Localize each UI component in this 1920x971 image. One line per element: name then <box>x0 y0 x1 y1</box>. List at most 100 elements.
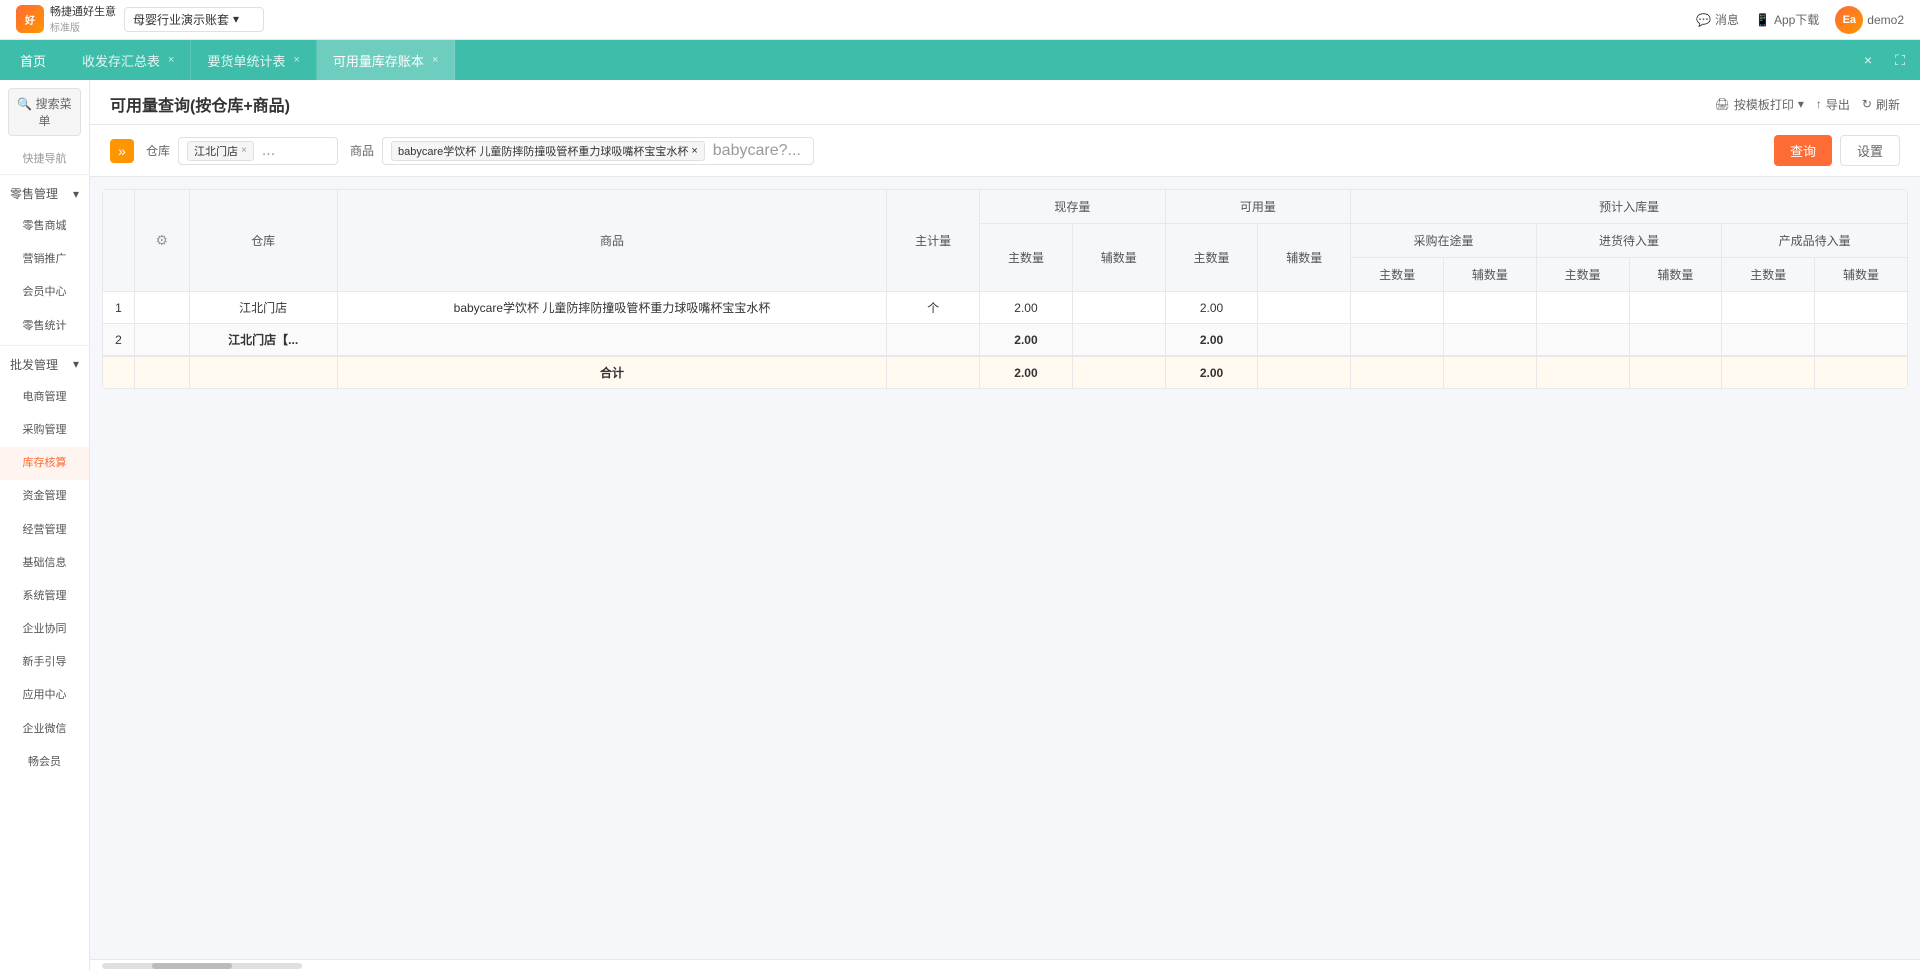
sidebar-item-retail-mgmt[interactable]: 零售管理 <box>0 177 89 210</box>
th-product: 商品 <box>337 190 887 292</box>
sidebar-purchase-label: 采购管理 <box>23 424 67 437</box>
footer-available-total: 2.00 <box>1165 356 1258 389</box>
nav-tabs: 首页 收发存汇总表 × 要货单统计表 × 可用量库存账本 × × ⛶ <box>0 40 1920 80</box>
print-dropdown-icon <box>1798 97 1804 111</box>
sidebar-item-new-guide[interactable]: 新手引导 <box>0 646 89 679</box>
tab-receipts[interactable]: 收发存汇总表 × <box>66 40 191 80</box>
th-expected-inbound: 预计入库量 <box>1351 190 1908 224</box>
sidebar-app-center-label: 应用中心 <box>23 689 67 702</box>
sidebar-item-app-center[interactable]: 应用中心 <box>0 679 89 712</box>
filter-expand-btn[interactable]: » <box>110 139 134 163</box>
column-settings-icon[interactable]: ⚙ <box>156 232 169 248</box>
search-label: 搜索菜单 <box>36 97 72 128</box>
row-1-available-aux <box>1258 292 1351 324</box>
sidebar-basic-info-label: 基础信息 <box>23 557 67 570</box>
app-download-label: App下载 <box>1774 11 1819 28</box>
row-2-incoming-aux <box>1629 324 1722 357</box>
scroll-thumb[interactable] <box>152 963 232 969</box>
sidebar-item-retail-stats[interactable]: 零售统计 <box>0 310 89 343</box>
refresh-btn[interactable]: ↻ 刷新 <box>1862 96 1900 113</box>
tab-receipts-close[interactable]: × <box>168 54 174 66</box>
export-btn[interactable]: ↑ 导出 <box>1816 96 1850 113</box>
sidebar-item-enterprise[interactable]: 企业协同 <box>0 613 89 646</box>
avatar: Ea <box>1835 6 1863 34</box>
settings-button[interactable]: 设置 <box>1840 135 1900 166</box>
table-wrapper: ⚙ 仓库 商品 主计量 现存量 <box>90 177 1920 959</box>
row-2-product <box>337 324 887 357</box>
query-button[interactable]: 查询 <box>1774 135 1832 166</box>
tab-order-stats[interactable]: 要货单统计表 × <box>191 40 316 80</box>
sidebar-item-vip[interactable]: 畅会员 <box>0 746 89 779</box>
row-2-available-main: 2.00 <box>1165 324 1258 357</box>
product-tag-0-text: babycare学饮杯 儿童防摔防撞吸管杯重力球吸嘴杯宝宝水杯 <box>398 143 688 159</box>
sidebar-retail-store-label: 零售商城 <box>23 220 67 233</box>
footer-finished-main <box>1722 356 1815 389</box>
sidebar-finance-label: 资金管理 <box>23 490 67 503</box>
sidebar-item-enterprise-wechat[interactable]: 企业微信 <box>0 713 89 746</box>
table-row: 1 江北门店 babycare学饮杯 儿童防摔防撞吸管杯重力球吸嘴杯宝宝水杯 个… <box>103 292 1908 324</box>
close-all-tabs-btn[interactable]: × <box>1856 48 1880 72</box>
tab-order-stats-close[interactable]: × <box>293 54 299 66</box>
expand-icon: » <box>118 143 126 159</box>
product-tag-0-close[interactable]: × <box>691 145 697 157</box>
app-download-btn[interactable]: 📱 App下载 <box>1755 11 1819 28</box>
th-product-label: 商品 <box>600 234 624 248</box>
sidebar-item-retail-store[interactable]: 零售商城 <box>0 210 89 243</box>
print-btn[interactable]: 🖨 按模板打印 <box>1715 96 1804 113</box>
tab-home[interactable]: 首页 <box>0 40 66 80</box>
sidebar-item-inventory[interactable]: 库存核算 <box>0 447 89 480</box>
product-tag-0[interactable]: babycare学饮杯 儿童防摔防撞吸管杯重力球吸嘴杯宝宝水杯 × <box>391 141 705 161</box>
page-header: 可用量查询(按仓库+商品) 🖨 按模板打印 ↑ 导出 ↻ 刷新 <box>90 80 1920 125</box>
row-1-unit: 个 <box>887 292 980 324</box>
footer-purchase-main <box>1351 356 1444 389</box>
sidebar-new-guide-label: 新手引导 <box>23 656 67 669</box>
sidebar-item-ecommerce[interactable]: 电商管理 <box>0 381 89 414</box>
message-btn[interactable]: 💬 消息 <box>1696 11 1739 28</box>
sidebar-enterprise-wechat-label: 企业微信 <box>23 723 67 736</box>
search-menu-btn[interactable]: 🔍 搜索菜单 <box>8 88 81 136</box>
top-bar-right: 💬 消息 📱 App下载 Ea demo2 <box>1696 6 1904 34</box>
sidebar-item-wholesale[interactable]: 批发管理 <box>0 348 89 381</box>
th-finished-pending: 产成品待入量 <box>1722 224 1908 258</box>
tab-available-stock-label: 可用量库存账本 <box>333 51 424 70</box>
tab-available-stock[interactable]: 可用量库存账本 × <box>317 40 455 80</box>
warehouse-more-btn[interactable]: ... <box>258 142 279 160</box>
row-2-incoming-main <box>1536 324 1629 357</box>
sidebar-item-purchase[interactable]: 采购管理 <box>0 414 89 447</box>
app-icon: 📱 <box>1755 13 1770 27</box>
th-purchase-transit: 采购在途量 <box>1351 224 1537 258</box>
th-available-qty-label: 可用量 <box>1240 200 1276 214</box>
table-footer: 合计 2.00 2.00 <box>103 356 1908 389</box>
row-1-purchase-main <box>1351 292 1444 324</box>
industry-dropdown-icon <box>233 12 239 26</box>
product-more-btn[interactable]: babycare?... <box>709 142 805 160</box>
sidebar-item-system[interactable]: 系统管理 <box>0 580 89 613</box>
footer-incoming-aux <box>1629 356 1722 389</box>
industry-select[interactable]: 母婴行业演示账套 <box>124 7 264 32</box>
warehouse-filter-input[interactable]: 江北门店 × ... <box>178 137 338 165</box>
sidebar-item-member-center[interactable]: 会员中心 <box>0 276 89 309</box>
product-filter-input[interactable]: babycare学饮杯 儿童防摔防撞吸管杯重力球吸嘴杯宝宝水杯 × babyca… <box>382 137 814 165</box>
fullscreen-btn[interactable]: ⛶ <box>1888 48 1912 72</box>
row-2-available-aux <box>1258 324 1351 357</box>
sidebar-item-finance[interactable]: 资金管理 <box>0 480 89 513</box>
print-label: 按模板打印 <box>1734 96 1794 113</box>
message-label: 消息 <box>1715 11 1739 28</box>
th-settings: ⚙ <box>135 190 190 292</box>
th-purchase-transit-label: 采购在途量 <box>1413 234 1473 248</box>
row-1-num: 1 <box>103 292 135 324</box>
th-current-stock: 现存量 <box>980 190 1166 224</box>
refresh-icon: ↻ <box>1862 97 1872 111</box>
row-1-stock-main: 2.00 <box>980 292 1073 324</box>
footer-unit <box>887 356 980 389</box>
user-profile[interactable]: Ea demo2 <box>1835 6 1904 34</box>
th-main-unit-label: 主计量 <box>915 234 951 248</box>
warehouse-tag-0-close[interactable]: × <box>241 145 247 156</box>
tab-available-stock-close[interactable]: × <box>432 54 438 66</box>
sidebar-item-marketing[interactable]: 营销推广 <box>0 243 89 276</box>
scroll-bar[interactable] <box>102 963 302 969</box>
sidebar-item-operations[interactable]: 经营管理 <box>0 514 89 547</box>
sidebar-item-basic-info[interactable]: 基础信息 <box>0 547 89 580</box>
warehouse-tag-0[interactable]: 江北门店 × <box>187 141 254 161</box>
th-stock-aux-label: 辅数量 <box>1101 251 1137 265</box>
